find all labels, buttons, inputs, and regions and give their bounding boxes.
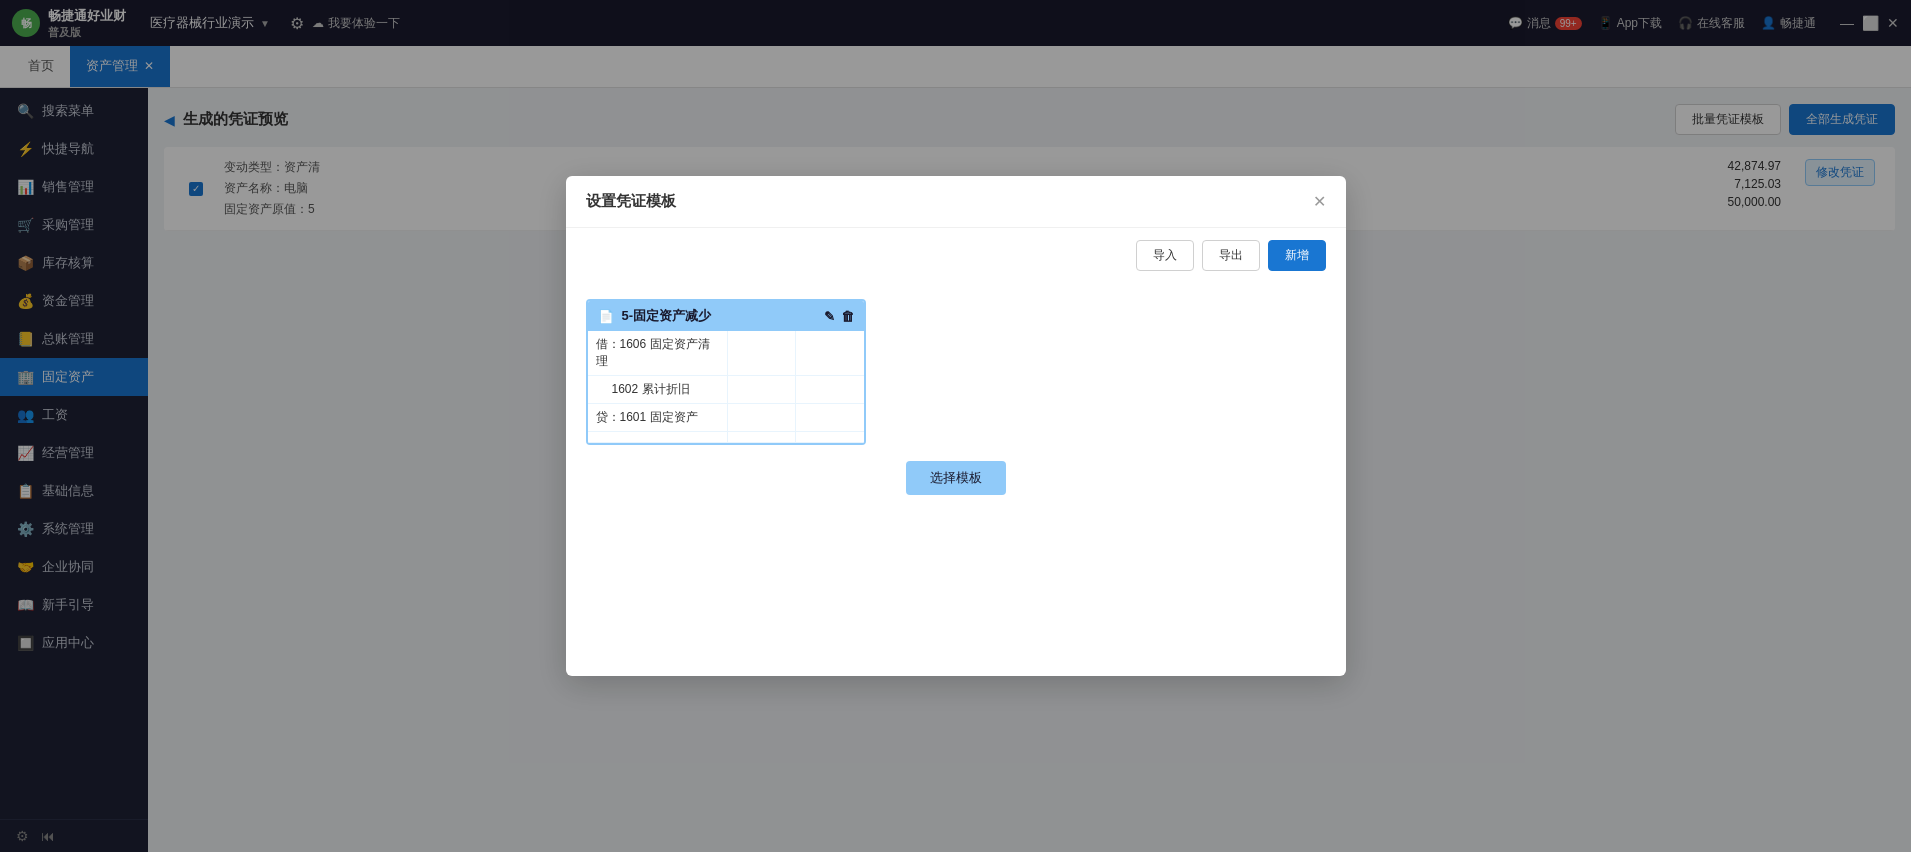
template-entry-row-3 bbox=[588, 432, 864, 443]
entry-col4-3 bbox=[796, 432, 864, 442]
modal-title: 设置凭证模板 bbox=[586, 192, 676, 211]
new-button[interactable]: 新增 bbox=[1268, 240, 1326, 271]
select-template-container: 选择模板 bbox=[586, 461, 1326, 495]
template-doc-icon: 📄 bbox=[598, 309, 614, 324]
template-card-header: 📄 5-固定资产减少 ✎ 🗑 bbox=[588, 301, 864, 331]
template-card-actions: ✎ 🗑 bbox=[824, 309, 854, 324]
app-wrapper: 畅 畅捷通好业财 普及版 医疗器械行业演示 ▼ ⚙ ☁ 我要体验一下 💬 消息 … bbox=[0, 0, 1911, 852]
select-template-button[interactable]: 选择模板 bbox=[906, 461, 1006, 495]
entry-type-1: 1602 累计折旧 bbox=[588, 376, 728, 403]
entry-col4-2 bbox=[796, 404, 864, 431]
modal-header: 设置凭证模板 ✕ bbox=[566, 176, 1346, 228]
template-entry-row-1: 1602 累计折旧 bbox=[588, 376, 864, 404]
modal-close-button[interactable]: ✕ bbox=[1313, 192, 1326, 211]
template-card-title: 5-固定资产减少 bbox=[622, 307, 712, 325]
entry-type-0: 借：1606 固定资产清理 bbox=[588, 331, 728, 375]
template-card: 📄 5-固定资产减少 ✎ 🗑 借：1606 固定资产清理 bbox=[586, 299, 866, 445]
import-button[interactable]: 导入 bbox=[1136, 240, 1194, 271]
modal-body: 📄 5-固定资产减少 ✎ 🗑 借：1606 固定资产清理 bbox=[566, 283, 1346, 676]
entry-type-3 bbox=[588, 432, 728, 442]
entry-col4-0 bbox=[796, 331, 864, 375]
template-delete-icon[interactable]: 🗑 bbox=[841, 309, 854, 324]
template-entry-row-2: 贷：1601 固定资产 bbox=[588, 404, 864, 432]
entry-col3-0 bbox=[728, 331, 797, 375]
entry-type-2: 贷：1601 固定资产 bbox=[588, 404, 728, 431]
template-card-body: 借：1606 固定资产清理 1602 累计折旧 贷：1601 固定资产 bbox=[588, 331, 864, 443]
export-button[interactable]: 导出 bbox=[1202, 240, 1260, 271]
modal-toolbar: 导入 导出 新增 bbox=[566, 228, 1346, 283]
template-edit-icon[interactable]: ✎ bbox=[824, 309, 835, 324]
modal-dialog: 设置凭证模板 ✕ 导入 导出 新增 📄 5-固定资产减少 ✎ bbox=[566, 176, 1346, 676]
entry-col3-2 bbox=[728, 404, 797, 431]
modal-overlay: 设置凭证模板 ✕ 导入 导出 新增 📄 5-固定资产减少 ✎ bbox=[0, 0, 1911, 852]
entry-col4-1 bbox=[796, 376, 864, 403]
entry-col3-3 bbox=[728, 432, 797, 442]
entry-col3-1 bbox=[728, 376, 797, 403]
template-entry-row-0: 借：1606 固定资产清理 bbox=[588, 331, 864, 376]
